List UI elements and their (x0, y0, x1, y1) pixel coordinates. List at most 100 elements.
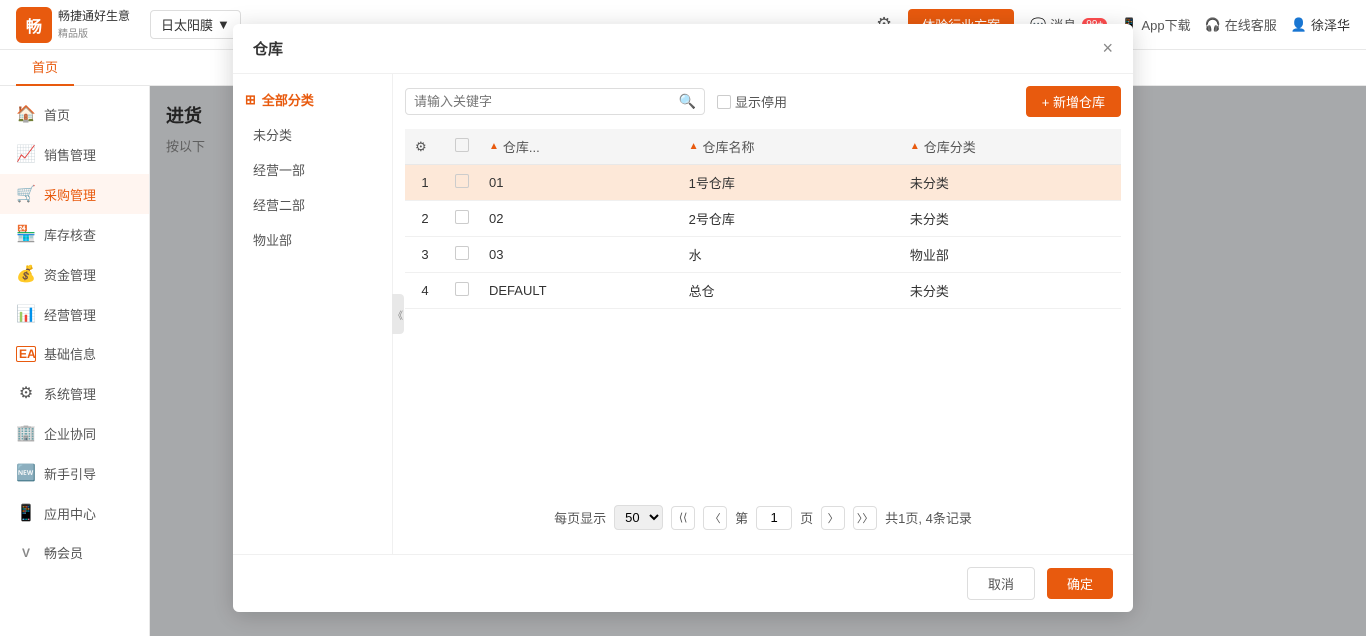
sidebar-item-apps[interactable]: 📱 应用中心 (0, 493, 149, 533)
sidebar-item-inventory[interactable]: 🏪 库存核查 (0, 214, 149, 254)
page-word: 第 (735, 508, 748, 527)
select-all-checkbox[interactable] (455, 138, 469, 152)
modal-title: 仓库 (253, 38, 283, 59)
collapse-icon: 《 (393, 307, 403, 322)
modal-footer: 取消 确定 (233, 554, 1133, 612)
purchase-icon: 🛒 (16, 184, 36, 204)
dropdown-arrow-icon: ▼ (217, 17, 230, 32)
prev-page-button[interactable]: 〈 (703, 506, 727, 530)
sidebar-item-label: 资金管理 (44, 265, 96, 284)
add-warehouse-button[interactable]: + 新增仓库 (1026, 86, 1121, 117)
row-name: 2号仓库 (679, 201, 900, 237)
sidebar-item-purchase[interactable]: 🛒 采购管理 (0, 174, 149, 214)
sidebar-item-label: 畅会员 (44, 543, 83, 562)
user-item[interactable]: 👤 徐泽华 (1291, 15, 1350, 34)
row-checkbox[interactable] (455, 282, 469, 296)
th-name: ▲ 仓库名称 (679, 129, 900, 165)
row-name: 水 (679, 237, 900, 273)
tab-home[interactable]: 首页 (16, 49, 74, 86)
brand-name: 畅捷通好生意 (58, 9, 130, 25)
brand-sub: 精品版 (58, 25, 130, 40)
category-item-0[interactable]: 未分类 (233, 117, 392, 152)
pagination: 每页显示 50 ⟨⟨ 〈 第 页 〉 〉〉 共1页, 4条记录 (405, 493, 1121, 542)
modal-close-button[interactable]: × (1102, 38, 1113, 59)
page-number-input[interactable] (756, 506, 792, 530)
sidebar-item-sales[interactable]: 📈 销售管理 (0, 134, 149, 174)
user-name: 徐泽华 (1311, 15, 1350, 34)
inventory-icon: 🏪 (16, 224, 36, 244)
newbie-icon: 🆕 (16, 463, 36, 483)
per-page-select[interactable]: 50 (614, 505, 663, 530)
table-row[interactable]: 3 03 水 物业部 (405, 237, 1121, 273)
sidebar-item-vip[interactable]: V 畅会员 (0, 533, 149, 572)
category-panel: ⊞ 全部分类 未分类 经营一部 经营二部 物业部 《 (233, 74, 393, 554)
warehouse-modal: 仓库 × ⊞ 全部分类 未分类 经营一部 经营二部 物业部 《 (233, 24, 1133, 612)
basics-icon: EA (16, 346, 36, 362)
row-checkbox[interactable] (455, 210, 469, 224)
row-checkbox[interactable] (455, 174, 469, 188)
sidebar-item-label: 库存核查 (44, 225, 96, 244)
customer-service-item[interactable]: 🎧 在线客服 (1205, 15, 1277, 34)
first-page-button[interactable]: ⟨⟨ (671, 506, 695, 530)
table-row[interactable]: 1 01 1号仓库 未分类 (405, 165, 1121, 201)
show-disabled-label[interactable]: 显示停用 (717, 92, 787, 111)
row-checkbox[interactable] (455, 246, 469, 260)
category-item-1[interactable]: 经营一部 (233, 152, 392, 187)
table-body: 1 01 1号仓库 未分类 2 02 2号仓库 未分类 3 03 水 物业部 4 (405, 165, 1121, 309)
headset-icon: 🎧 (1205, 17, 1221, 33)
modal-header: 仓库 × (233, 24, 1133, 74)
per-page-label: 每页显示 (554, 508, 606, 527)
cancel-button[interactable]: 取消 (967, 567, 1035, 600)
home-icon: 🏠 (16, 104, 36, 124)
table-row[interactable]: 2 02 2号仓库 未分类 (405, 201, 1121, 237)
sidebar-item-operations[interactable]: 📊 经营管理 (0, 294, 149, 334)
collapse-category-button[interactable]: 《 (392, 294, 404, 334)
modal-body: ⊞ 全部分类 未分类 经营一部 经营二部 物业部 《 (233, 74, 1133, 554)
row-category: 未分类 (900, 201, 1121, 237)
table-toolbar: 🔍 显示停用 + 新增仓库 (405, 86, 1121, 117)
th-checkbox (445, 129, 479, 165)
category-item-3[interactable]: 物业部 (233, 222, 392, 257)
sort-icon: ▲ (910, 141, 920, 152)
search-input[interactable] (414, 94, 679, 109)
last-page-button[interactable]: 〉〉 (853, 506, 877, 530)
brand-text-group: 畅捷通好生意 精品版 (58, 9, 130, 40)
table-row[interactable]: 4 DEFAULT 总仓 未分类 (405, 273, 1121, 309)
sales-icon: 📈 (16, 144, 36, 164)
sidebar-item-enterprise[interactable]: 🏢 企业协同 (0, 413, 149, 453)
all-categories-item[interactable]: ⊞ 全部分类 (233, 82, 392, 117)
sidebar-item-basics[interactable]: EA 基础信息 (0, 334, 149, 373)
th-code: ▲ 仓库... (479, 129, 679, 165)
store-selector[interactable]: 日太阳膜 ▼ (150, 10, 241, 39)
page-label-text: 页 (800, 508, 813, 527)
sidebar-item-finance[interactable]: 💰 资金管理 (0, 254, 149, 294)
grid-icon: ⊞ (245, 92, 256, 108)
sidebar-item-system[interactable]: ⚙ 系统管理 (0, 373, 149, 413)
th-category: ▲ 仓库分类 (900, 129, 1121, 165)
show-disabled-text: 显示停用 (735, 92, 787, 111)
sidebar-item-newbie[interactable]: 🆕 新手引导 (0, 453, 149, 493)
sidebar-item-label: 新手引导 (44, 464, 96, 483)
row-name: 总仓 (679, 273, 900, 309)
row-checkbox-cell (445, 165, 479, 201)
vip-icon: V (16, 546, 36, 560)
sort-icon: ▲ (489, 141, 499, 152)
confirm-button[interactable]: 确定 (1047, 568, 1113, 599)
sidebar-item-home[interactable]: 🏠 首页 (0, 94, 149, 134)
sidebar-item-label: 系统管理 (44, 384, 96, 403)
row-code: DEFAULT (479, 273, 679, 309)
search-icon[interactable]: 🔍 (679, 93, 696, 110)
finance-icon: 💰 (16, 264, 36, 284)
sidebar-item-label: 销售管理 (44, 145, 96, 164)
row-number: 1 (405, 165, 445, 201)
sidebar-item-label: 采购管理 (44, 185, 96, 204)
table-header: ⚙ ▲ 仓库... ▲ (405, 129, 1121, 165)
category-item-2[interactable]: 经营二部 (233, 187, 392, 222)
row-checkbox-cell (445, 201, 479, 237)
enterprise-icon: 🏢 (16, 423, 36, 443)
avatar-icon: 👤 (1291, 17, 1307, 33)
next-page-button[interactable]: 〉 (821, 506, 845, 530)
sidebar: 🏠 首页 📈 销售管理 🛒 采购管理 🏪 库存核查 💰 资金管理 📊 经营管理 … (0, 86, 150, 636)
show-disabled-checkbox[interactable] (717, 95, 731, 109)
system-icon: ⚙ (16, 383, 36, 403)
